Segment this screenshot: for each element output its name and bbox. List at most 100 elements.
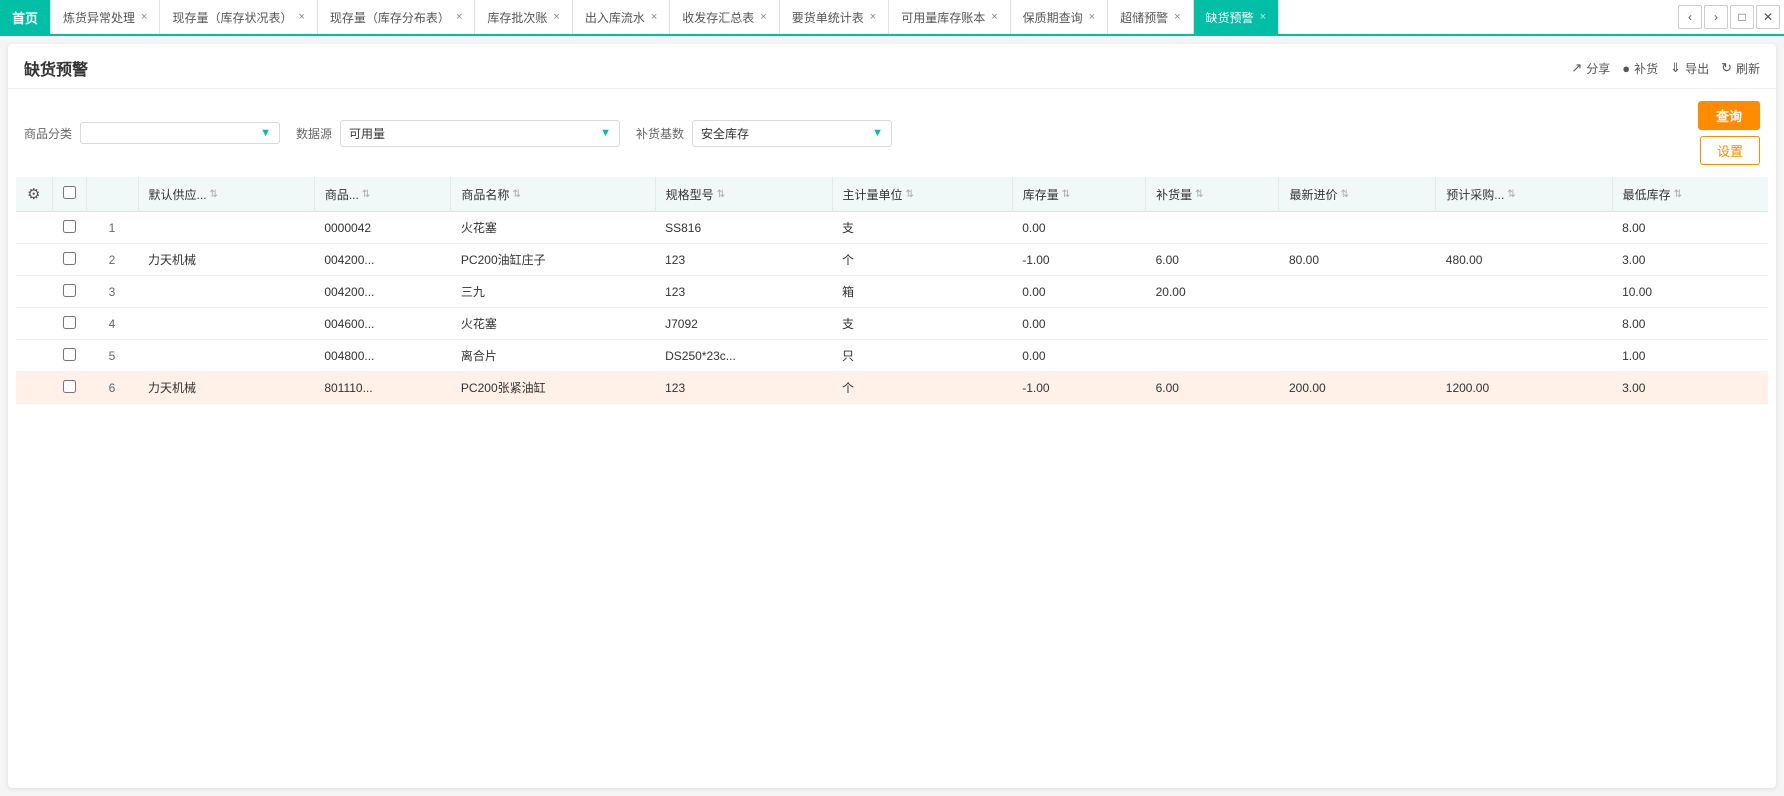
tab-restore-btn[interactable]: □ [1730,5,1754,29]
tab-batch-label: 库存批次账 [487,9,547,26]
tab-prev-btn[interactable]: ‹ [1678,5,1702,29]
tab-expiry-close[interactable]: × [1089,11,1095,23]
tab-batch-close[interactable]: × [553,11,559,23]
tab-stock-status-close[interactable]: × [298,11,304,23]
th-min-stock[interactable]: 最低库存 ⇅ [1612,177,1768,212]
row-num-cell: 3 [86,276,138,308]
tab-abnormal[interactable]: 炼货异常处理 × [51,0,160,34]
row-est-cell: 1200.00 [1436,372,1612,404]
th-unit[interactable]: 主计量单位 ⇅ [832,177,1012,212]
tab-stock-dist-close[interactable]: × [456,11,462,23]
tab-close-all-btn[interactable]: ✕ [1756,5,1780,29]
tab-order-close[interactable]: × [870,11,876,23]
row-settings-cell [16,308,52,340]
tab-home[interactable]: 首页 [0,0,51,34]
refresh-button[interactable]: ↻ 刷新 [1721,60,1760,77]
table-settings-icon[interactable]: ⚙ [27,186,40,203]
tab-shortage-close[interactable]: × [1260,11,1266,23]
row-checkbox-cell [52,276,86,308]
row-code-cell: 0000042 [314,212,451,244]
main-table: ⚙ 默认供应... ⇅ 商品... [16,177,1768,404]
row-num-cell: 6 [86,372,138,404]
row-checkbox-5[interactable] [63,380,76,393]
row-replenish-cell: 6.00 [1146,372,1279,404]
header-actions: ↗ 分享 ● 补货 ⇓ 导出 ↻ 刷新 [1571,60,1760,77]
row-checkbox-cell [52,212,86,244]
export-icon: ⇓ [1670,60,1681,76]
th-supplier[interactable]: 默认供应... ⇅ [138,177,314,212]
replenish-filter-group: 补货基数 安全库存 ▼ [636,120,892,147]
share-button[interactable]: ↗ 分享 [1571,60,1610,77]
query-button[interactable]: 查询 [1698,101,1760,130]
datasource-select[interactable]: 可用量 ▼ [340,120,620,147]
tab-overstock-label: 超储预警 [1120,9,1168,26]
select-all-checkbox[interactable] [63,186,76,199]
row-checkbox-3[interactable] [63,316,76,329]
row-replenish-cell: 6.00 [1146,244,1279,276]
datasource-label: 数据源 [296,125,332,142]
tab-batch[interactable]: 库存批次账 × [475,0,572,34]
row-checkbox-4[interactable] [63,348,76,361]
row-checkbox-1[interactable] [63,252,76,265]
replenish-select[interactable]: 安全库存 ▼ [692,120,892,147]
th-latest-price[interactable]: 最新进价 ⇅ [1279,177,1436,212]
row-supplier-cell [138,308,314,340]
row-replenish-cell [1146,212,1279,244]
th-spec[interactable]: 规格型号 ⇅ [655,177,832,212]
row-spec-cell: 123 [655,244,832,276]
row-min-stock-cell: 10.00 [1612,276,1768,308]
tab-abnormal-close[interactable]: × [141,11,147,23]
table-row: 5 004800... 离合片 DS250*23c... 只 0.00 1.00 [16,340,1768,372]
row-spec-cell: SS816 [655,212,832,244]
tab-bar: 首页 炼货异常处理 × 现存量（库存状况表） × 现存量（库存分布表） × 库存… [0,0,1784,36]
row-unit-cell: 只 [832,340,1012,372]
spec-sort-icon: ⇅ [717,189,725,200]
th-product-code[interactable]: 商品... ⇅ [314,177,451,212]
tab-stock-status[interactable]: 现存量（库存状况表） × [160,0,317,34]
name-sort-icon: ⇅ [512,189,520,200]
th-replenish[interactable]: 补货量 ⇅ [1146,177,1279,212]
replenish-sort-icon: ⇅ [1195,189,1203,200]
row-checkbox-2[interactable] [63,284,76,297]
tab-shortage[interactable]: 缺货预警 × [1194,0,1279,34]
row-supplier-cell [138,340,314,372]
row-name-cell: 火花塞 [451,212,655,244]
tab-next-btn[interactable]: › [1704,5,1728,29]
tab-recv-close[interactable]: × [760,11,766,23]
tab-stock-dist[interactable]: 现存量（库存分布表） × [318,0,475,34]
tab-recv-label: 收发存汇总表 [682,9,754,26]
th-est-purchase[interactable]: 预计采购... ⇅ [1436,177,1612,212]
table-row: 4 004600... 火花塞 J7092 支 0.00 8.00 [16,308,1768,340]
tab-order[interactable]: 要货单统计表 × [780,0,889,34]
row-settings-cell [16,372,52,404]
category-select[interactable]: ▼ [80,122,280,144]
row-code-cell: 004200... [314,244,451,276]
tab-inout-close[interactable]: × [651,11,657,23]
tab-available[interactable]: 可用量库存账本 × [889,0,1010,34]
row-price-cell [1279,340,1436,372]
row-unit-cell: 个 [832,244,1012,276]
category-label: 商品分类 [24,125,72,142]
row-num-cell: 5 [86,340,138,372]
row-est-cell: 480.00 [1436,244,1612,276]
export-button[interactable]: ⇓ 导出 [1670,60,1709,77]
row-price-cell [1279,212,1436,244]
tab-expiry[interactable]: 保质期查询 × [1011,0,1108,34]
min-sort-icon: ⇅ [1674,189,1682,200]
tab-overstock-close[interactable]: × [1174,11,1180,23]
tab-overstock[interactable]: 超储预警 × [1108,0,1193,34]
row-settings-cell [16,212,52,244]
tab-available-close[interactable]: × [991,11,997,23]
row-checkbox-0[interactable] [63,220,76,233]
th-checkbox [52,177,86,212]
row-checkbox-cell [52,372,86,404]
replenish-label: 补货 [1634,60,1658,77]
replenish-button[interactable]: ● 补货 [1622,60,1658,77]
row-checkbox-cell [52,340,86,372]
th-stock[interactable]: 库存量 ⇅ [1012,177,1145,212]
tab-inout[interactable]: 出入库流水 × [573,0,670,34]
tab-recv[interactable]: 收发存汇总表 × [670,0,779,34]
settings-button[interactable]: 设置 [1700,136,1760,165]
th-product-name[interactable]: 商品名称 ⇅ [451,177,655,212]
row-checkbox-cell [52,308,86,340]
